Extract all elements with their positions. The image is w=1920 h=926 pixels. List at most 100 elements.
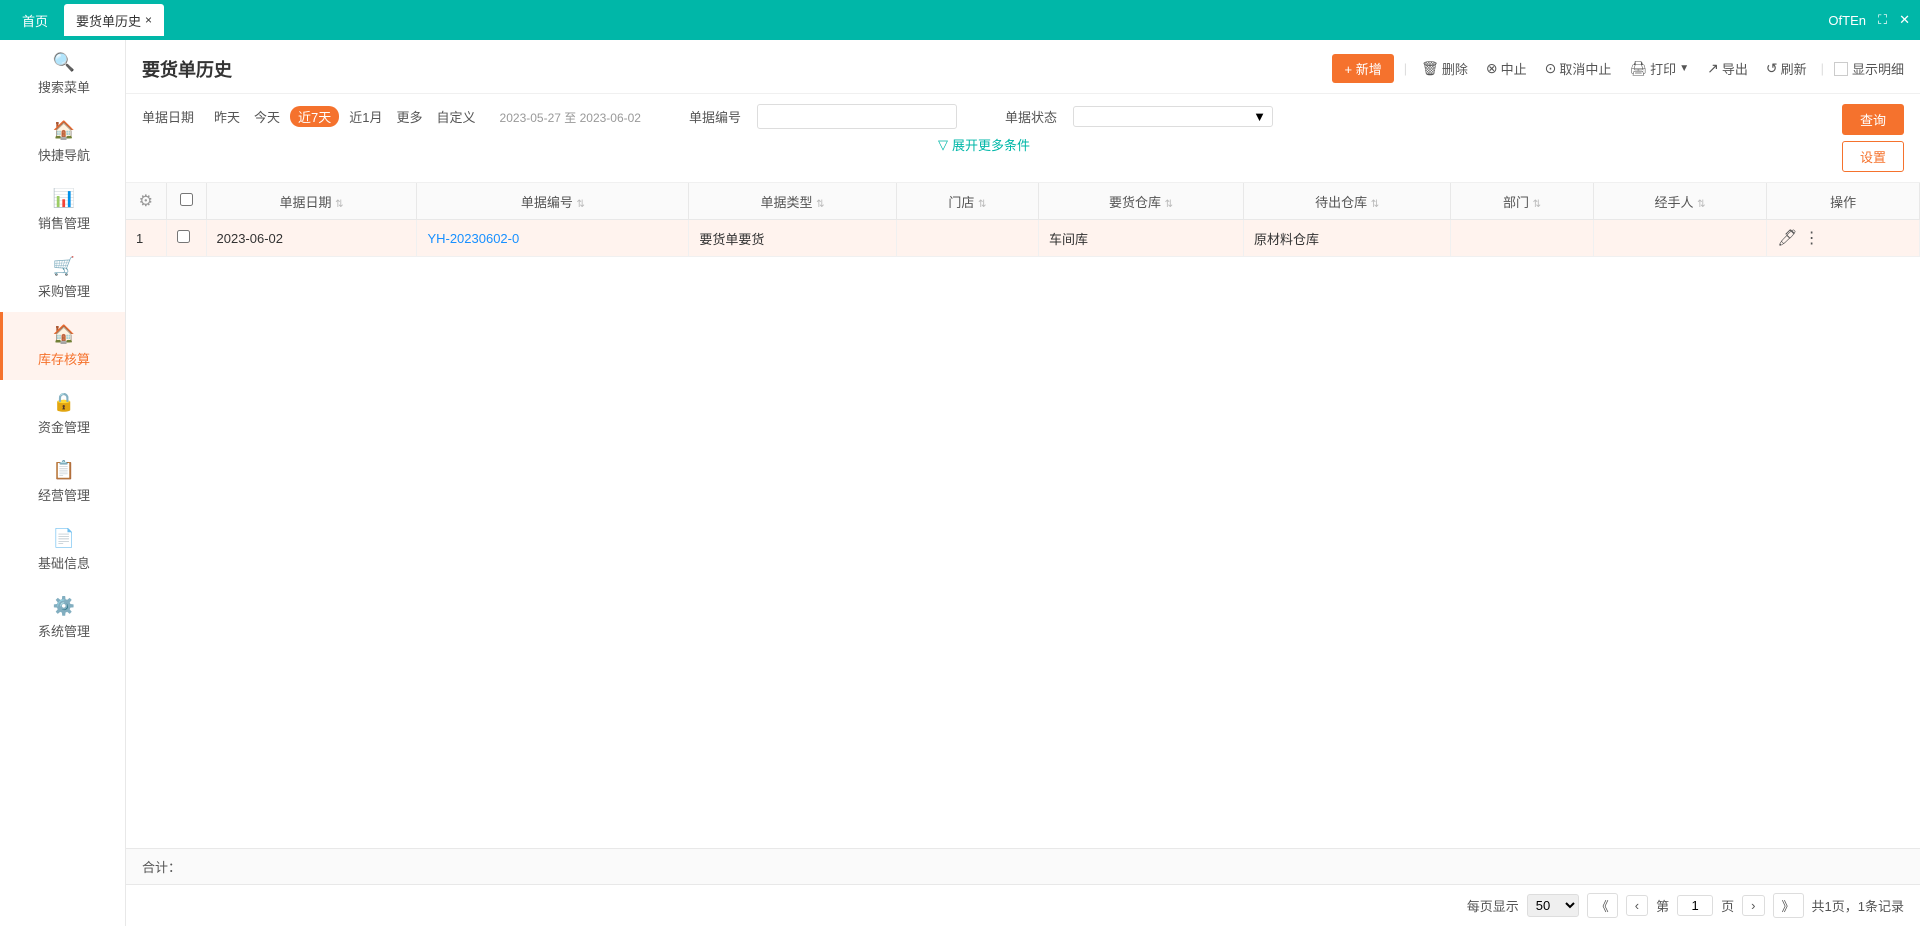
close-window-icon[interactable]: ✕ [1899, 12, 1910, 28]
sort-pending-warehouse-icon[interactable]: ⇅ [1371, 199, 1379, 210]
sidebar-item-label: 销售管理 [38, 213, 90, 232]
sidebar-item-basic-info[interactable]: 📄 基础信息 [0, 516, 125, 584]
row-store [896, 220, 1038, 257]
page-input[interactable]: 1 [1677, 895, 1713, 916]
sort-store-icon[interactable]: ⇅ [978, 199, 986, 210]
sort-handler-icon[interactable]: ⇅ [1697, 199, 1705, 210]
sidebar-item-search-menu[interactable]: 🔍 搜索菜单 [0, 40, 125, 108]
row-doc-no[interactable]: YH-20230602-0 [417, 220, 689, 257]
col-doc-type[interactable]: 单据类型 ⇅ [689, 183, 896, 220]
display-detail-checkbox[interactable] [1834, 62, 1848, 76]
shortcut-more[interactable]: 更多 [393, 106, 427, 127]
status-label: 单据状态 [1005, 107, 1057, 126]
tab-purchase-history[interactable]: 要货单历史 × [64, 4, 164, 36]
doc-no-input[interactable] [757, 104, 957, 129]
system-mgmt-icon: ⚙️ [53, 596, 75, 617]
query-button[interactable]: 查询 [1842, 104, 1904, 135]
sidebar-item-label: 基础信息 [38, 553, 90, 572]
setting-button[interactable]: 设置 [1842, 141, 1904, 172]
query-buttons: 查询 设置 [1842, 104, 1904, 172]
print-button[interactable]: 🖨 打印 ▼ [1625, 57, 1693, 80]
search-menu-icon: 🔍 [53, 52, 75, 73]
shortcut-7days[interactable]: 近7天 [290, 106, 339, 127]
doc-no-label: 单据编号 [689, 107, 741, 126]
stop-icon: ⊗ [1486, 60, 1498, 77]
sidebar-item-label: 经营管理 [38, 485, 90, 504]
sort-dept-icon[interactable]: ⇅ [1533, 199, 1541, 210]
row-edit-icon[interactable]: 🖊 [1777, 228, 1797, 248]
table-footer: 合计： [126, 848, 1920, 884]
sidebar-item-inventory-calc[interactable]: 🏠 库存核算 [0, 312, 125, 380]
row-dept [1451, 220, 1593, 257]
col-doc-no[interactable]: 单据编号 ⇅ [417, 183, 689, 220]
sidebar-item-label: 系统管理 [38, 621, 90, 640]
pagination: 每页显示 50 10 20 100 《 ‹ 第 1 页 › 》 共1页，1条记录 [126, 884, 1920, 926]
sort-doc-type-icon[interactable]: ⇅ [816, 199, 824, 210]
shortcut-custom[interactable]: 自定义 [433, 106, 480, 127]
tab-home[interactable]: 首页 [10, 4, 60, 36]
row-pending-warehouse: 原材料仓库 [1244, 220, 1451, 257]
date-range-text: 2023-05-27 至 2023-06-02 [500, 109, 641, 126]
shortcut-today[interactable]: 今天 [250, 106, 284, 127]
table-wrap: ⚙ 单据日期 ⇅ 单据编号 ⇅ [126, 183, 1920, 848]
sidebar-item-finance-mgmt[interactable]: 🔒 资金管理 [0, 380, 125, 448]
sort-req-warehouse-icon[interactable]: ⇅ [1165, 199, 1173, 210]
refresh-button[interactable]: ↺ 刷新 [1762, 57, 1811, 80]
table-settings-icon[interactable]: ⚙ [139, 193, 153, 210]
sidebar-item-purchase-mgmt[interactable]: 🛒 采购管理 [0, 244, 125, 312]
col-dept[interactable]: 部门 ⇅ [1451, 183, 1593, 220]
sidebar-item-system-mgmt[interactable]: ⚙️ 系统管理 [0, 584, 125, 652]
sort-doc-no-icon[interactable]: ⇅ [577, 199, 585, 210]
main-layout: 🔍 搜索菜单 🏠 快捷导航 📊 销售管理 🛒 采购管理 🏠 库存核算 🔒 资金管… [0, 40, 1920, 926]
next-page-btn[interactable]: › [1742, 895, 1764, 916]
col-checkbox[interactable] [166, 183, 206, 220]
row-select-checkbox[interactable] [177, 230, 190, 243]
tab-home-label: 首页 [22, 11, 48, 30]
sidebar-item-sales-mgmt[interactable]: 📊 销售管理 [0, 176, 125, 244]
tab-close-icon[interactable]: × [145, 13, 152, 27]
page-title: 要货单历史 [142, 56, 232, 82]
col-doc-date[interactable]: 单据日期 ⇅ [206, 183, 417, 220]
row-doc-date: 2023-06-02 [206, 220, 417, 257]
display-detail-toggle[interactable]: 显示明细 [1834, 59, 1904, 78]
select-all-checkbox[interactable] [180, 193, 193, 206]
col-settings[interactable]: ⚙ [126, 183, 166, 220]
per-page-select[interactable]: 50 10 20 100 [1527, 894, 1579, 917]
sidebar-item-shortcut-nav[interactable]: 🏠 快捷导航 [0, 108, 125, 176]
first-page-btn[interactable]: 《 [1587, 893, 1618, 918]
export-button[interactable]: ↗ 导出 [1703, 57, 1752, 80]
status-dropdown-icon: ▼ [1253, 109, 1266, 124]
total-info: 共1页，1条记录 [1812, 896, 1904, 915]
col-req-warehouse[interactable]: 要货仓库 ⇅ [1039, 183, 1244, 220]
last-page-btn[interactable]: 》 [1773, 893, 1804, 918]
print-icon: 🖨 [1629, 60, 1647, 77]
row-more-icon[interactable]: ⋮ [1804, 228, 1820, 248]
page-unit: 页 [1721, 896, 1734, 915]
export-icon: ↗ [1707, 60, 1719, 77]
col-store[interactable]: 门店 ⇅ [896, 183, 1038, 220]
sidebar-item-label: 快捷导航 [38, 145, 90, 164]
summary-label: 合计： [142, 857, 181, 876]
expand-more[interactable]: ▽ 展开更多条件 [142, 135, 1826, 154]
col-pending-warehouse[interactable]: 待出仓库 ⇅ [1244, 183, 1451, 220]
sort-doc-date-icon[interactable]: ⇅ [335, 199, 343, 210]
brand-label: OfTEn [1828, 13, 1866, 28]
row-checkbox[interactable] [166, 220, 206, 257]
cancel-stop-button[interactable]: ⊙ 取消中止 [1541, 57, 1616, 80]
sidebar-item-label: 库存核算 [38, 349, 90, 368]
stop-button[interactable]: ⊗ 中止 [1482, 57, 1531, 80]
new-button[interactable]: + 新增 [1332, 54, 1393, 83]
shortcut-yesterday[interactable]: 昨天 [210, 106, 244, 127]
purchase-mgmt-icon: 🛒 [53, 256, 75, 277]
status-select[interactable]: ▼ [1073, 106, 1273, 127]
toolbar: + 新增 | 🗑 删除 ⊗ 中止 ⊙ 取消中止 🖨 打印 ▼ [1332, 54, 1904, 83]
sidebar-item-label: 采购管理 [38, 281, 90, 300]
print-dropdown-icon: ▼ [1679, 63, 1689, 74]
maximize-icon[interactable]: ⛶ [1878, 12, 1887, 28]
prev-page-btn[interactable]: ‹ [1626, 895, 1648, 916]
col-handler[interactable]: 经手人 ⇅ [1593, 183, 1767, 220]
top-bar-right: OfTEn ⛶ ✕ [1828, 12, 1910, 28]
sidebar-item-ops-mgmt[interactable]: 📋 经营管理 [0, 448, 125, 516]
shortcut-1month[interactable]: 近1月 [345, 106, 386, 127]
delete-button[interactable]: 🗑 删除 [1417, 57, 1472, 80]
